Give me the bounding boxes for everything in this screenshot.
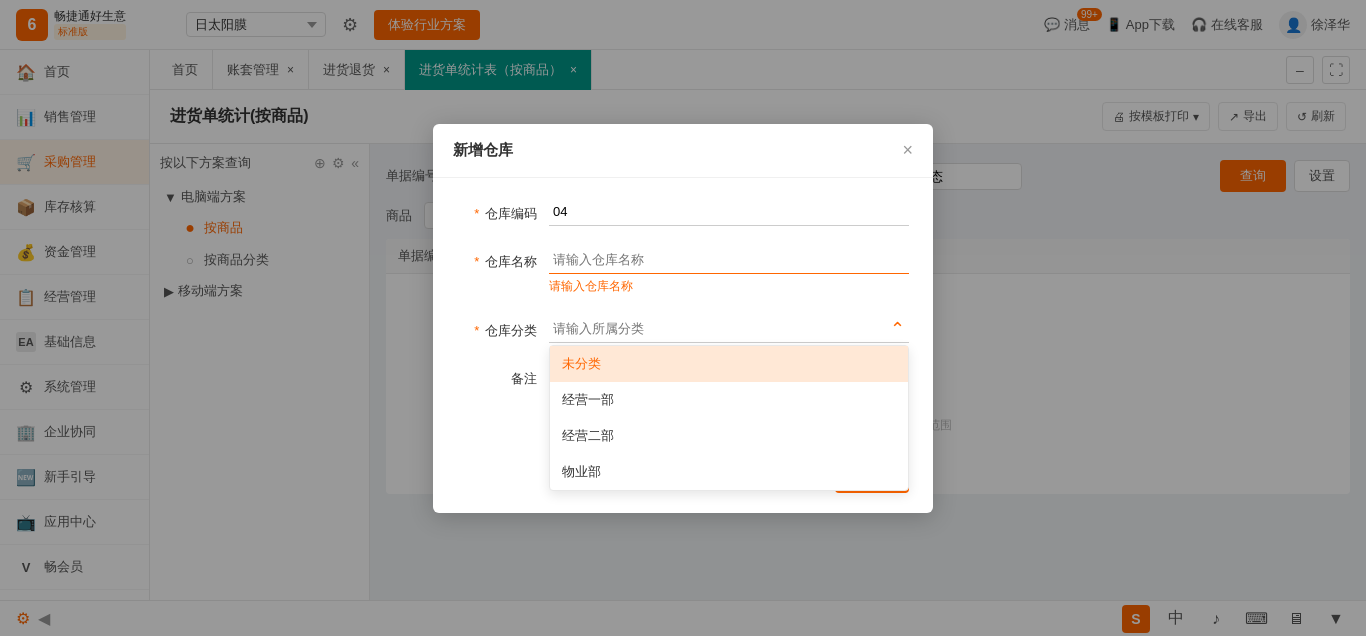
modal-body: * 仓库编码 * 仓库名称 请输入仓库名称 [433, 178, 933, 449]
required-star-name: * [474, 254, 479, 269]
dropdown-item-unclassified[interactable]: 未分类 [550, 346, 908, 382]
code-input[interactable] [549, 198, 909, 226]
chevron-up-icon[interactable]: ⌃ [890, 318, 905, 340]
category-label: * 仓库分类 [457, 315, 537, 340]
form-row-category: * 仓库分类 ⌃ 未分类 经营一部 经营二部 物业部 [457, 315, 909, 343]
category-input[interactable] [549, 315, 909, 343]
required-star-category: * [474, 323, 479, 338]
code-label: * 仓库编码 [457, 198, 537, 223]
name-error-msg: 请输入仓库名称 [549, 278, 909, 295]
modal-title: 新增仓库 [453, 141, 513, 160]
name-input[interactable] [549, 246, 909, 274]
code-field [549, 198, 909, 226]
form-row-name: * 仓库名称 请输入仓库名称 [457, 246, 909, 295]
form-row-code: * 仓库编码 [457, 198, 909, 226]
modal-overlay[interactable]: 新增仓库 × * 仓库编码 * 仓库名称 [0, 0, 1366, 636]
category-field: ⌃ 未分类 经营一部 经营二部 物业部 [549, 315, 909, 343]
modal-close-btn[interactable]: × [902, 140, 913, 161]
dropdown-item-ops2[interactable]: 经营二部 [550, 418, 908, 454]
new-warehouse-modal: 新增仓库 × * 仓库编码 * 仓库名称 [433, 124, 933, 513]
category-dropdown: 未分类 经营一部 经营二部 物业部 [549, 345, 909, 491]
required-star-code: * [474, 206, 479, 221]
remark-label: 备注 [457, 363, 537, 388]
dropdown-item-ops1[interactable]: 经营一部 [550, 382, 908, 418]
name-field: 请输入仓库名称 [549, 246, 909, 295]
category-input-wrapper: ⌃ [549, 315, 909, 343]
modal-header: 新增仓库 × [433, 124, 933, 178]
name-label: * 仓库名称 [457, 246, 537, 271]
dropdown-item-property[interactable]: 物业部 [550, 454, 908, 490]
